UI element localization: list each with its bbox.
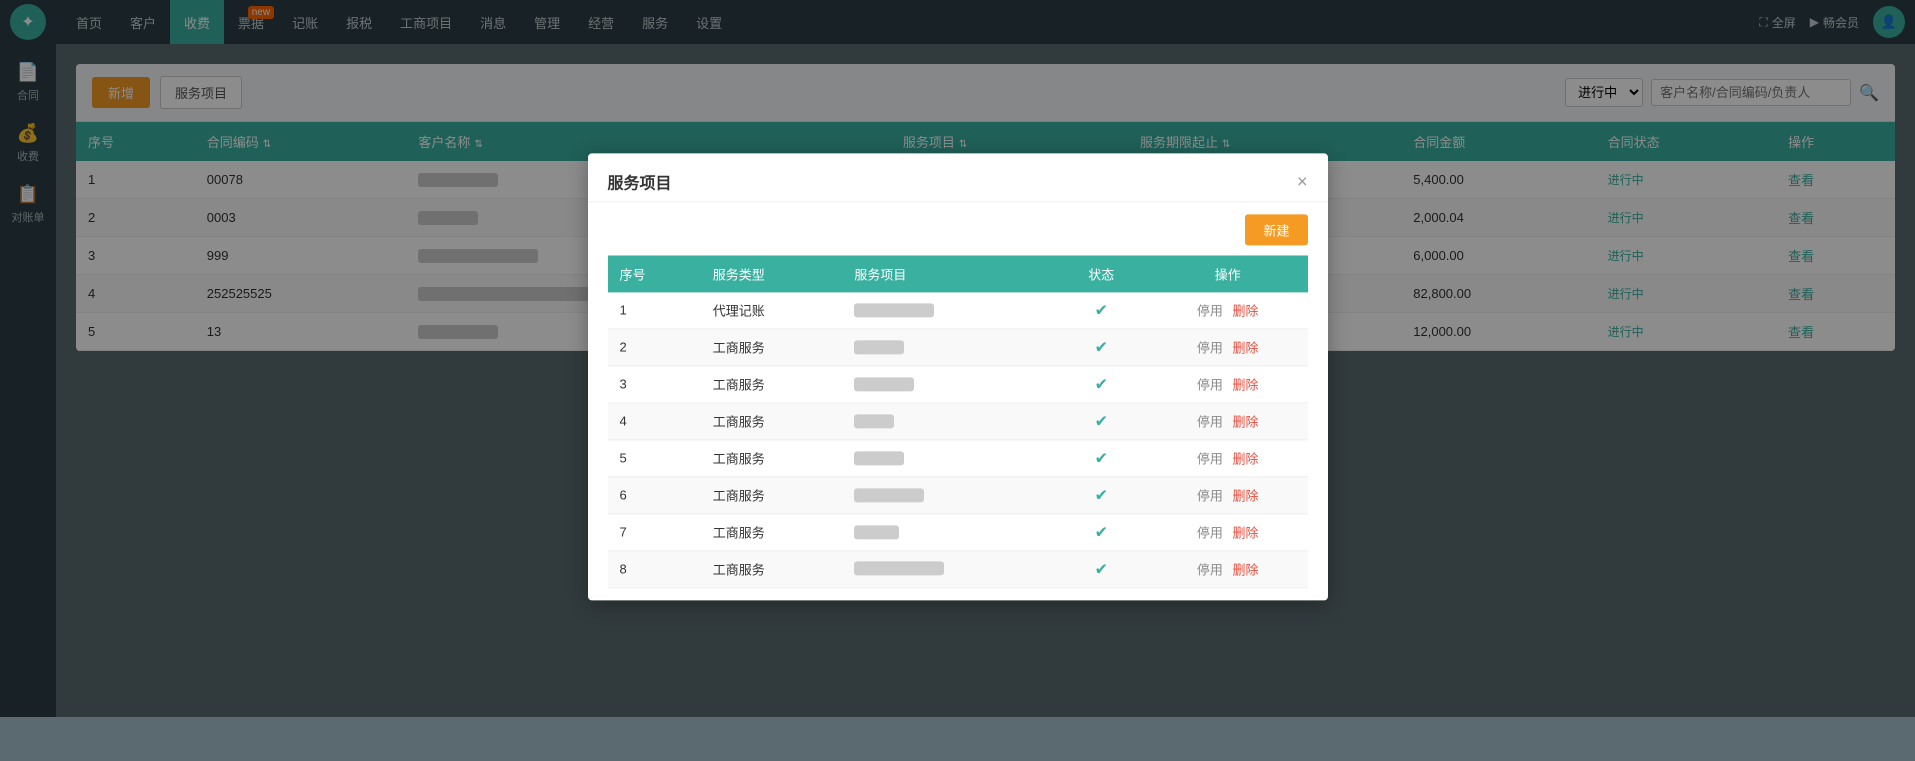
modal-cell-seq: 1 bbox=[608, 292, 701, 329]
status-check-icon: ✔ bbox=[1095, 487, 1108, 504]
modal-cell-item: ████注册 bbox=[842, 550, 1054, 587]
modal-cell-seq: 5 bbox=[608, 439, 701, 476]
modal-header: 服务项目 × bbox=[588, 153, 1328, 202]
delete-button[interactable]: 删除 bbox=[1233, 414, 1259, 429]
delete-button[interactable]: 删除 bbox=[1233, 525, 1259, 540]
modal-col-action: 操作 bbox=[1148, 255, 1308, 292]
modal-cell-status: ✔ bbox=[1055, 513, 1148, 550]
modal-cell-status: ✔ bbox=[1055, 439, 1148, 476]
list-item: 7 工商服务 ██ ✔ 停用 删除 bbox=[608, 513, 1308, 550]
modal-cell-action: 停用 删除 bbox=[1148, 550, 1308, 587]
modal-cell-seq: 2 bbox=[608, 328, 701, 365]
modal-cell-seq: 6 bbox=[608, 476, 701, 513]
delete-button[interactable]: 删除 bbox=[1233, 303, 1259, 318]
modal-cell-seq: 7 bbox=[608, 513, 701, 550]
stop-button[interactable]: 停用 bbox=[1197, 377, 1223, 392]
modal-cell-item: ██ bbox=[842, 402, 1054, 439]
modal-cell-action: 停用 删除 bbox=[1148, 476, 1308, 513]
status-check-icon: ✔ bbox=[1095, 450, 1108, 467]
modal-cell-action: 停用 删除 bbox=[1148, 439, 1308, 476]
status-check-icon: ✔ bbox=[1095, 524, 1108, 541]
status-check-icon: ✔ bbox=[1095, 339, 1108, 356]
modal-cell-status: ✔ bbox=[1055, 365, 1148, 402]
modal-cell-action: 停用 删除 bbox=[1148, 328, 1308, 365]
modal-close-button[interactable]: × bbox=[1297, 172, 1308, 190]
modal-cell-item: ██ bbox=[842, 439, 1054, 476]
delete-button[interactable]: 删除 bbox=[1233, 451, 1259, 466]
modal-col-item: 服务项目 bbox=[842, 255, 1054, 292]
delete-button[interactable]: 删除 bbox=[1233, 562, 1259, 577]
list-item: 1 代理记账 ████████1 ✔ 停用 删除 bbox=[608, 292, 1308, 329]
modal-cell-action: 停用 删除 bbox=[1148, 513, 1308, 550]
delete-button[interactable]: 删除 bbox=[1233, 340, 1259, 355]
modal-cell-item: ██ bbox=[842, 513, 1054, 550]
modal-body: 新建 序号 服务类型 服务项目 状态 操作 1 代理记账 ████████1 ✔ bbox=[588, 202, 1328, 600]
stop-button[interactable]: 停用 bbox=[1197, 562, 1223, 577]
modal-cell-type: 工商服务 bbox=[701, 476, 843, 513]
modal-col-status: 状态 bbox=[1055, 255, 1148, 292]
modal-cell-type: 代理记账 bbox=[701, 292, 843, 329]
stop-button[interactable]: 停用 bbox=[1197, 525, 1223, 540]
modal-new-button[interactable]: 新建 bbox=[1245, 214, 1307, 245]
status-check-icon: ✔ bbox=[1095, 302, 1108, 319]
modal-cell-type: 工商服务 bbox=[701, 365, 843, 402]
list-item: 2 工商服务 ███ ✔ 停用 删除 bbox=[608, 328, 1308, 365]
delete-button[interactable]: 删除 bbox=[1233, 488, 1259, 503]
modal-cell-type: 工商服务 bbox=[701, 328, 843, 365]
modal-cell-seq: 8 bbox=[608, 550, 701, 587]
modal-cell-action: 停用 删除 bbox=[1148, 402, 1308, 439]
modal-table-wrap[interactable]: 序号 服务类型 服务项目 状态 操作 1 代理记账 ████████1 ✔ 停用… bbox=[608, 255, 1308, 588]
status-check-icon: ✔ bbox=[1095, 376, 1108, 393]
modal-cell-item: ███ bbox=[842, 328, 1054, 365]
list-item: 5 工商服务 ██ ✔ 停用 删除 bbox=[608, 439, 1308, 476]
status-check-icon: ✔ bbox=[1095, 413, 1108, 430]
stop-button[interactable]: 停用 bbox=[1197, 414, 1223, 429]
stop-button[interactable]: 停用 bbox=[1197, 488, 1223, 503]
stop-button[interactable]: 停用 bbox=[1197, 303, 1223, 318]
modal-cell-item: ████████1 bbox=[842, 292, 1054, 329]
modal-cell-item: ███ bbox=[842, 365, 1054, 402]
stop-button[interactable]: 停用 bbox=[1197, 451, 1223, 466]
modal-cell-seq: 4 bbox=[608, 402, 701, 439]
status-check-icon: ✔ bbox=[1095, 561, 1108, 578]
modal-cell-type: 工商服务 bbox=[701, 402, 843, 439]
modal-cell-status: ✔ bbox=[1055, 550, 1148, 587]
service-item-modal: 服务项目 × 新建 序号 服务类型 服务项目 状态 操作 1 代理记账 bbox=[588, 153, 1328, 600]
modal-cell-status: ✔ bbox=[1055, 328, 1148, 365]
delete-button[interactable]: 删除 bbox=[1233, 377, 1259, 392]
modal-table: 序号 服务类型 服务项目 状态 操作 1 代理记账 ████████1 ✔ 停用… bbox=[608, 255, 1308, 588]
modal-col-type: 服务类型 bbox=[701, 255, 843, 292]
list-item: 6 工商服务 ████ ✔ 停用 删除 bbox=[608, 476, 1308, 513]
modal-cell-seq: 3 bbox=[608, 365, 701, 402]
modal-cell-status: ✔ bbox=[1055, 292, 1148, 329]
modal-col-seq: 序号 bbox=[608, 255, 701, 292]
modal-cell-type: 工商服务 bbox=[701, 439, 843, 476]
stop-button[interactable]: 停用 bbox=[1197, 340, 1223, 355]
modal-toolbar: 新建 bbox=[608, 214, 1308, 245]
modal-cell-type: 工商服务 bbox=[701, 513, 843, 550]
modal-cell-item: ████ bbox=[842, 476, 1054, 513]
modal-cell-action: 停用 删除 bbox=[1148, 292, 1308, 329]
modal-cell-type: 工商服务 bbox=[701, 550, 843, 587]
list-item: 3 工商服务 ███ ✔ 停用 删除 bbox=[608, 365, 1308, 402]
list-item: 4 工商服务 ██ ✔ 停用 删除 bbox=[608, 402, 1308, 439]
list-item: 8 工商服务 ████注册 ✔ 停用 删除 bbox=[608, 550, 1308, 587]
modal-cell-status: ✔ bbox=[1055, 476, 1148, 513]
modal-cell-action: 停用 删除 bbox=[1148, 365, 1308, 402]
modal-title: 服务项目 bbox=[608, 169, 672, 193]
modal-cell-status: ✔ bbox=[1055, 402, 1148, 439]
